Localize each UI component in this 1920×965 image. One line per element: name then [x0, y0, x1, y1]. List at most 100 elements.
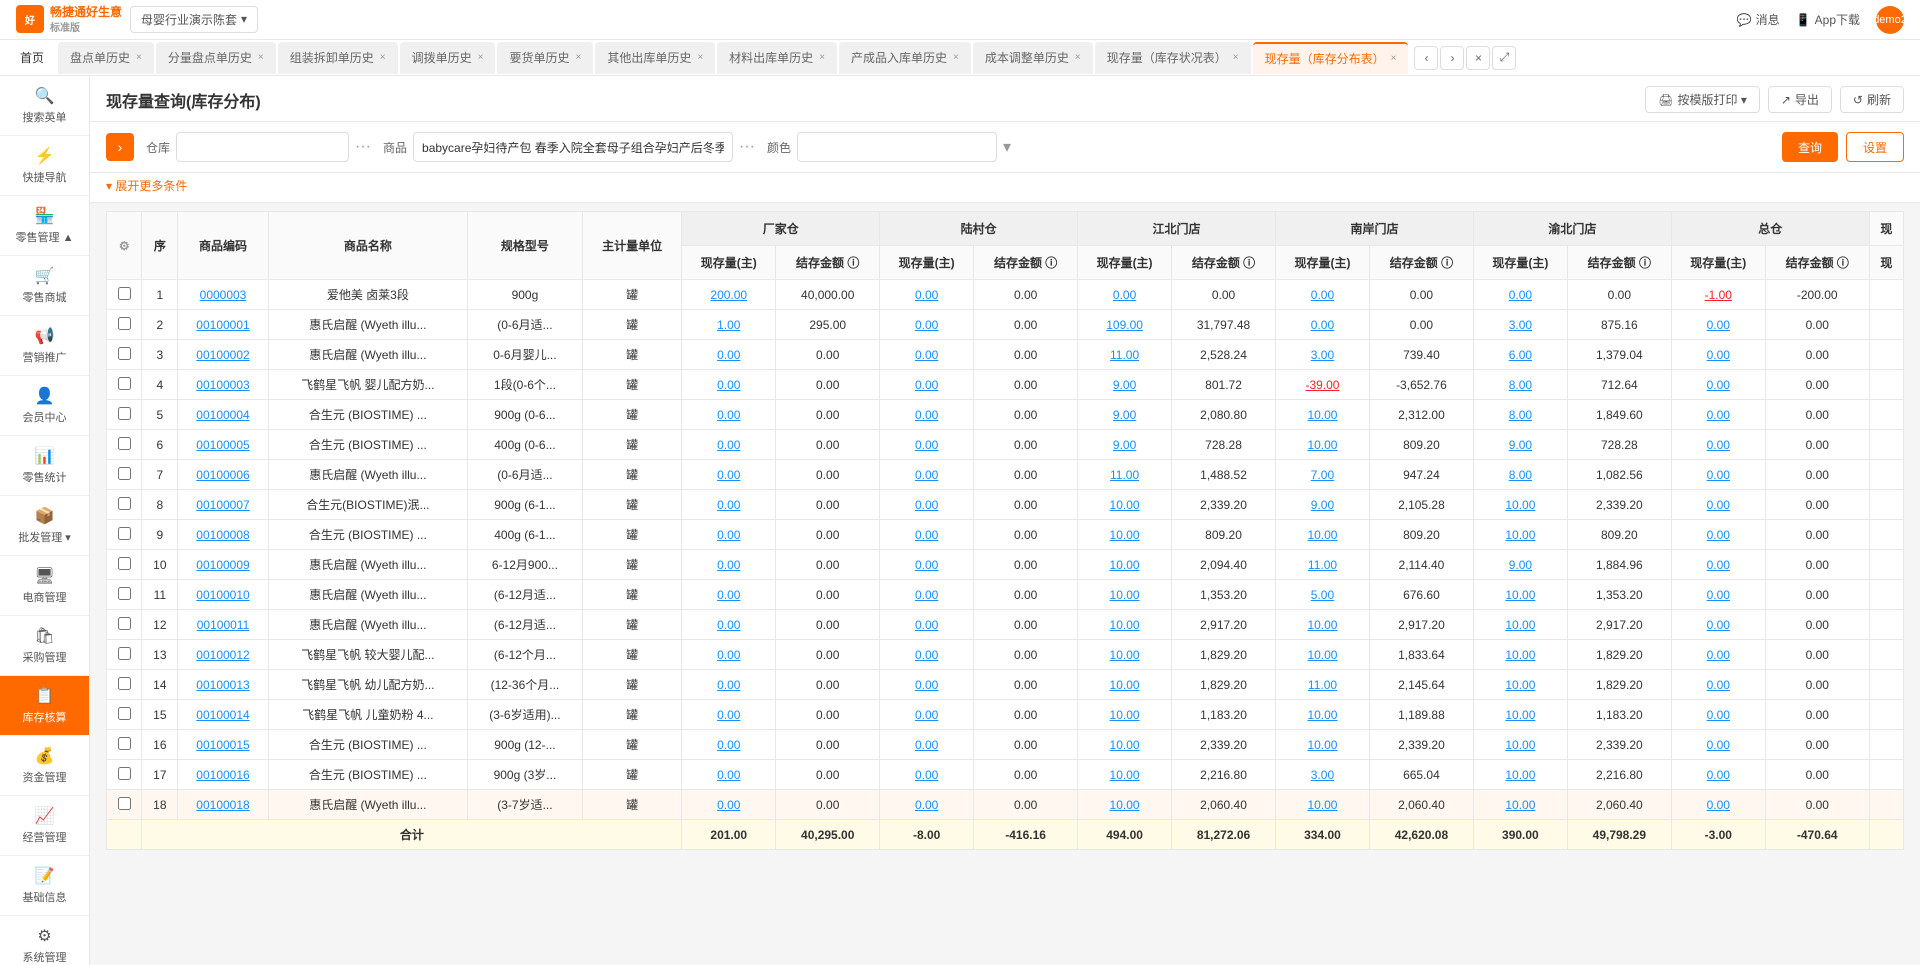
sidebar-item-member[interactable]: 👤 会员中心: [0, 376, 89, 436]
table-cell-jb-amt: 2,339.20: [1172, 490, 1276, 520]
table-cell-yb-amt: 1,379.04: [1567, 340, 1671, 370]
tab-1[interactable]: 盘点单历史 ×: [58, 42, 154, 74]
tab-11-active[interactable]: 现存量（库存分布表） ×: [1253, 42, 1409, 74]
table-cell-unit: 罐: [582, 280, 681, 310]
table-cell-checkbox[interactable]: [107, 700, 142, 730]
avatar[interactable]: demo2: [1876, 6, 1904, 34]
system-icon: ⚙: [6, 926, 83, 946]
table-cell-jb-qty: 10.00: [1078, 490, 1172, 520]
nav-prev-btn[interactable]: ‹: [1414, 46, 1438, 70]
close-icon[interactable]: ×: [136, 52, 142, 63]
table-cell-checkbox[interactable]: [107, 640, 142, 670]
close-icon[interactable]: ×: [1075, 52, 1081, 63]
message-btn[interactable]: 💬 消息: [1737, 11, 1780, 28]
warehouse-input[interactable]: [176, 132, 349, 162]
table-cell-checkbox[interactable]: [107, 400, 142, 430]
table-cell-fac-qty: 0.00: [682, 760, 776, 790]
sidebar-item-operations[interactable]: 📈 经营管理: [0, 796, 89, 856]
table-cell-yb-qty: 8.00: [1473, 370, 1567, 400]
table-cell-name: 合生元 (BIOSTIME) ...: [268, 520, 467, 550]
sidebar-item-retail-stats[interactable]: 📊 零售统计: [0, 436, 89, 496]
tab-9[interactable]: 成本调整单历史 ×: [973, 42, 1093, 74]
refresh-btn[interactable]: ↺ 刷新: [1840, 86, 1904, 113]
sidebar-item-base-info[interactable]: 📝 基础信息: [0, 856, 89, 916]
sidebar-item-inventory[interactable]: 📋 库存核算: [0, 676, 89, 736]
sidebar-item-finance[interactable]: 💰 资金管理: [0, 736, 89, 796]
table-cell-checkbox[interactable]: [107, 670, 142, 700]
tab-6[interactable]: 其他出库单历史 ×: [595, 42, 715, 74]
table-cell-num: 17: [142, 760, 178, 790]
query-btn[interactable]: 查询: [1782, 132, 1838, 162]
table-cell-na-amt: 2,060.40: [1369, 790, 1473, 820]
table-cell-checkbox[interactable]: [107, 280, 142, 310]
th-total: 总仓: [1671, 212, 1869, 246]
close-icon[interactable]: ×: [819, 52, 825, 63]
table-cell-na-amt: 2,105.28: [1369, 490, 1473, 520]
sidebar-item-quick-nav[interactable]: ⚡ 快捷导航: [0, 136, 89, 196]
color-input[interactable]: [797, 132, 997, 162]
table-cell-checkbox[interactable]: [107, 340, 142, 370]
sidebar-item-wholesale[interactable]: 📦 批发管理 ▾: [0, 496, 89, 556]
warehouse-dots[interactable]: ···: [355, 138, 371, 156]
table-cell-jb-qty: 11.00: [1078, 340, 1172, 370]
table-cell-checkbox[interactable]: [107, 430, 142, 460]
sidebar-item-retail-manage[interactable]: 🏪 零售管理 ▲: [0, 196, 89, 256]
nav-close-btn[interactable]: ×: [1466, 46, 1490, 70]
color-dropdown-icon[interactable]: ▾: [1003, 137, 1011, 157]
sidebar-item-marketing[interactable]: 📢 营销推广: [0, 316, 89, 376]
table-cell-checkbox[interactable]: [107, 610, 142, 640]
table-cell-checkbox[interactable]: [107, 790, 142, 820]
close-icon[interactable]: ×: [1391, 53, 1397, 64]
filter-collapse-btn[interactable]: ›: [106, 133, 134, 161]
table-cell-code: 00100018: [178, 790, 268, 820]
product-dots[interactable]: ···: [739, 138, 755, 156]
th-yb-amt: 结存金额 ⓘ: [1567, 246, 1671, 280]
sidebar-item-search[interactable]: 🔍 搜索英单: [0, 76, 89, 136]
settings-btn[interactable]: 设置: [1846, 132, 1904, 162]
table-cell-checkbox[interactable]: [107, 370, 142, 400]
close-icon[interactable]: ×: [697, 52, 703, 63]
table-cell-name: 惠氏启醒 (Wyeth illu...: [268, 460, 467, 490]
tab-3[interactable]: 组装拆卸单历史 ×: [278, 42, 398, 74]
close-icon[interactable]: ×: [1233, 52, 1239, 63]
product-input[interactable]: [413, 132, 733, 162]
table-cell-checkbox[interactable]: [107, 580, 142, 610]
tab-10[interactable]: 现存量（库存状况表） ×: [1095, 42, 1251, 74]
tab-8[interactable]: 产成品入库单历史 ×: [839, 42, 971, 74]
export-btn[interactable]: ↗ 导出: [1768, 86, 1832, 113]
tab-7[interactable]: 材料出库单历史 ×: [717, 42, 837, 74]
table-cell-checkbox[interactable]: [107, 760, 142, 790]
table-cell-jb-qty: 10.00: [1078, 790, 1172, 820]
sidebar-item-system[interactable]: ⚙ 系统管理: [0, 916, 89, 965]
table-cell-name: 惠氏启醒 (Wyeth illu...: [268, 610, 467, 640]
nav-expand-btn[interactable]: ⤢: [1492, 46, 1516, 70]
sidebar-item-purchase[interactable]: 🛍 采购管理: [0, 616, 89, 676]
th-gear[interactable]: ⚙: [107, 212, 142, 280]
tab-home[interactable]: 首页: [8, 42, 56, 74]
close-icon[interactable]: ×: [478, 52, 484, 63]
tab-4[interactable]: 调拨单历史 ×: [400, 42, 496, 74]
app-download-btn[interactable]: 📱 App下载: [1796, 11, 1860, 28]
print-btn[interactable]: 🖨 按模版打印 ▾: [1645, 86, 1760, 113]
table-cell-checkbox[interactable]: [107, 310, 142, 340]
table-container[interactable]: ⚙ 序 商品编码 商品名称 规格型号 主计量单位 厂家仓 陆村仓 江北门店 南岸…: [90, 203, 1920, 965]
nav-next-btn[interactable]: ›: [1440, 46, 1464, 70]
table-cell-checkbox[interactable]: [107, 520, 142, 550]
sidebar-item-retail-mall[interactable]: 🛒 零售商城: [0, 256, 89, 316]
table-cell-checkbox[interactable]: [107, 730, 142, 760]
table-cell-checkbox[interactable]: [107, 460, 142, 490]
close-icon[interactable]: ×: [953, 52, 959, 63]
table-cell-tot-qty: 0.00: [1671, 610, 1765, 640]
expand-conditions-btn[interactable]: ▾ 展开更多条件: [106, 177, 1904, 194]
tab-2[interactable]: 分量盘点单历史 ×: [156, 42, 276, 74]
tab-5[interactable]: 要货单历史 ×: [497, 42, 593, 74]
table-cell-jb-qty: 10.00: [1078, 610, 1172, 640]
close-icon[interactable]: ×: [380, 52, 386, 63]
table-cell-checkbox[interactable]: [107, 490, 142, 520]
close-icon[interactable]: ×: [258, 52, 264, 63]
refresh-icon: ↺: [1853, 93, 1863, 107]
table-cell-checkbox[interactable]: [107, 550, 142, 580]
sidebar-item-ecommerce[interactable]: 🖥 电商管理: [0, 556, 89, 616]
store-selector[interactable]: 母婴行业演示陈套 ▾: [130, 6, 258, 33]
close-icon[interactable]: ×: [575, 52, 581, 63]
